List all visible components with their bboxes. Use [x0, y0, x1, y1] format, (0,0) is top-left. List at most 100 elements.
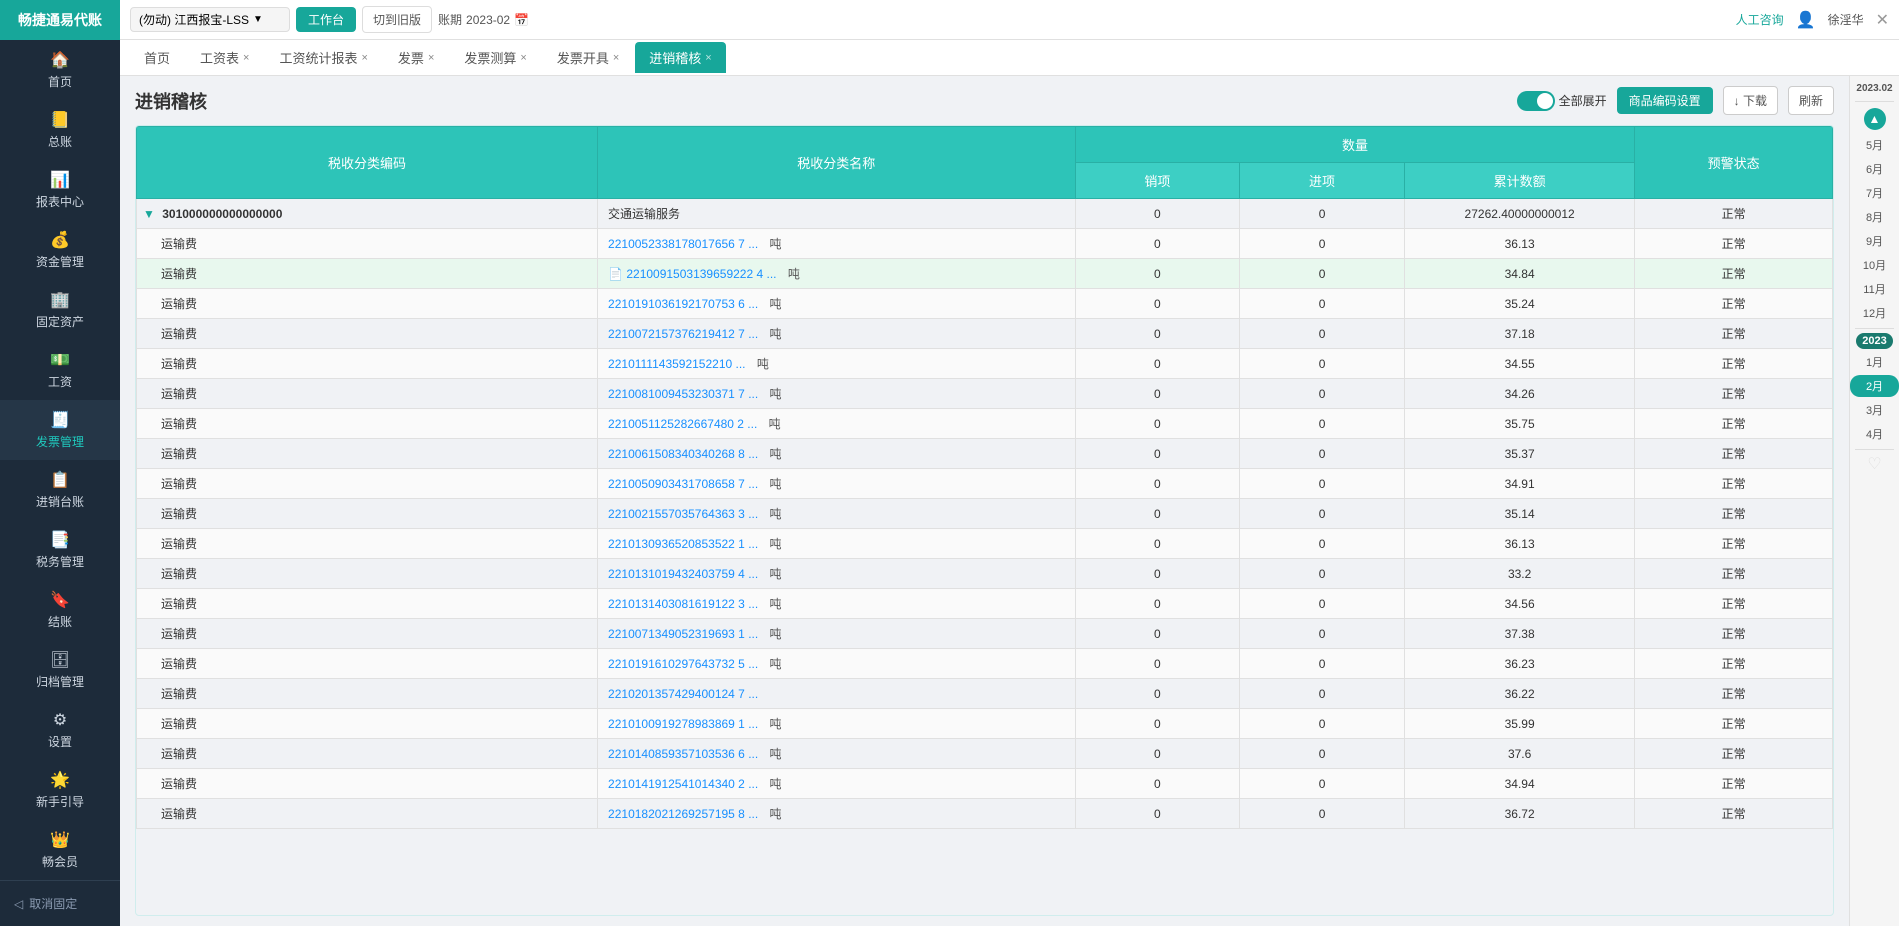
- download-btn[interactable]: ↓ 下载: [1723, 86, 1778, 115]
- table-cell-name: 运输费: [137, 739, 598, 769]
- rp-month-2[interactable]: 2月: [1850, 375, 1899, 397]
- table-cell-code: ▼ 301000000000000000: [137, 199, 598, 229]
- table-cell-status: 正常: [1635, 499, 1833, 529]
- sidebar-item-reports[interactable]: 📊 报表中心: [0, 160, 120, 220]
- table-cell-total: 34.55: [1404, 349, 1635, 379]
- table-cell-sale: 0: [1075, 769, 1240, 799]
- sidebar-item-home[interactable]: 🏠 首页: [0, 40, 120, 100]
- rp-month-10[interactable]: 10月: [1850, 254, 1899, 276]
- expand-toggle[interactable]: [1517, 91, 1555, 111]
- rp-month-1[interactable]: 1月: [1850, 351, 1899, 373]
- rp-heart-icon[interactable]: ♡: [1867, 454, 1881, 474]
- tab-invoice-list-close[interactable]: ×: [428, 52, 434, 64]
- table-cell-name: 运输费: [137, 799, 598, 829]
- table-cell-total: 35.99: [1404, 709, 1635, 739]
- table-cell-purchase: 0: [1240, 619, 1405, 649]
- tab-invoice-open[interactable]: 发票开具 ×: [543, 42, 633, 73]
- company-name: (勿动) 江西报宝-LSS: [139, 11, 249, 28]
- switch-version-button[interactable]: 切到旧版: [362, 6, 432, 33]
- sidebar-item-guide[interactable]: 🌟 新手引导: [0, 760, 120, 820]
- rp-month-11[interactable]: 11月: [1850, 278, 1899, 300]
- sidebar-item-ledger[interactable]: 📒 总账: [0, 100, 120, 160]
- table-cell-purchase: 0: [1240, 349, 1405, 379]
- tab-salary[interactable]: 工资表 ×: [186, 42, 263, 73]
- ledger-icon: 📒: [50, 110, 70, 130]
- table-cell-code: 2210111143592152210 ... 吨: [598, 349, 1076, 379]
- tab-invoice-list[interactable]: 发票 ×: [384, 42, 448, 73]
- tab-trade-verify-close[interactable]: ×: [705, 52, 711, 64]
- tab-home-label: 首页: [144, 48, 170, 67]
- sidebar-label-settlement: 结账: [48, 613, 72, 630]
- rp-year-current[interactable]: 2023: [1856, 333, 1892, 349]
- tab-home[interactable]: 首页: [130, 42, 184, 73]
- rp-month-6[interactable]: 6月: [1850, 158, 1899, 180]
- table-cell-total: 35.37: [1404, 439, 1635, 469]
- table-cell-total: 34.84: [1404, 259, 1635, 289]
- workspace-button[interactable]: 工作台: [296, 7, 356, 32]
- tab-invoice-calc[interactable]: 发票测算 ×: [450, 42, 540, 73]
- table-cell-sale: 0: [1075, 379, 1240, 409]
- close-button[interactable]: ✕: [1876, 10, 1889, 30]
- rp-month-3[interactable]: 3月: [1850, 399, 1899, 421]
- sidebar-item-invoice[interactable]: 🧾 发票管理: [0, 400, 120, 460]
- calendar-icon[interactable]: 📅: [514, 13, 529, 27]
- period-value: 2023-02: [466, 13, 510, 27]
- table-cell-total: 35.24: [1404, 289, 1635, 319]
- table-cell-total: 36.13: [1404, 529, 1635, 559]
- username: 徐淫华: [1828, 11, 1864, 28]
- tab-trade-verify[interactable]: 进销稽核 ×: [635, 42, 725, 73]
- sidebar-item-trade[interactable]: 📋 进销台账: [0, 460, 120, 520]
- settings-btn[interactable]: 商品编码设置: [1617, 87, 1713, 114]
- company-selector[interactable]: (勿动) 江西报宝-LSS ▼: [130, 7, 290, 32]
- rp-scroll-up[interactable]: ▲: [1864, 108, 1886, 130]
- rp-month-4[interactable]: 4月: [1850, 423, 1899, 445]
- table-cell-code: 2210131403081619122 3 ... 吨: [598, 589, 1076, 619]
- sidebar-item-salary[interactable]: 💵 工资: [0, 340, 120, 400]
- tab-invoice-calc-close[interactable]: ×: [520, 52, 526, 64]
- unpin-button[interactable]: ◁ 取消固定: [0, 889, 120, 918]
- sidebar-item-assets[interactable]: 🏢 固定资产: [0, 280, 120, 340]
- tab-salary-stats-label: 工资统计报表: [279, 48, 357, 67]
- table-cell-total: 36.13: [1404, 229, 1635, 259]
- sidebar-item-capital[interactable]: 💰 资金管理: [0, 220, 120, 280]
- table-cell-status: 正常: [1635, 349, 1833, 379]
- th-name: 税收分类名称: [598, 127, 1076, 199]
- table-cell-code: 2210141912541014340 2 ... 吨: [598, 769, 1076, 799]
- sidebar-item-settlement[interactable]: 🔖 结账: [0, 580, 120, 640]
- rp-month-12[interactable]: 12月: [1850, 302, 1899, 324]
- refresh-btn[interactable]: 刷新: [1788, 86, 1834, 115]
- table-cell-sale: 0: [1075, 259, 1240, 289]
- table-cell-purchase: 0: [1240, 439, 1405, 469]
- table-cell-name: 运输费: [137, 229, 598, 259]
- rp-month-7[interactable]: 7月: [1850, 182, 1899, 204]
- rp-month-9[interactable]: 9月: [1850, 230, 1899, 252]
- tab-invoice-open-close[interactable]: ×: [613, 52, 619, 64]
- table-cell-purchase: 0: [1240, 559, 1405, 589]
- sidebar-item-member[interactable]: 👑 畅会员: [0, 820, 120, 880]
- sidebar-item-tax[interactable]: 📑 税务管理: [0, 520, 120, 580]
- table-cell-sale: 0: [1075, 499, 1240, 529]
- table-cell-purchase: 0: [1240, 199, 1405, 229]
- rp-month-8[interactable]: 8月: [1850, 206, 1899, 228]
- table-cell-status: 正常: [1635, 739, 1833, 769]
- tab-salary-stats[interactable]: 工资统计报表 ×: [265, 42, 381, 73]
- support-link[interactable]: 人工咨询: [1736, 11, 1784, 28]
- tab-salary-stats-close[interactable]: ×: [361, 52, 367, 64]
- trade-icon: 📋: [50, 470, 70, 490]
- table-cell-name: 运输费: [137, 379, 598, 409]
- table-cell-purchase: 0: [1240, 529, 1405, 559]
- table-cell-sale: 0: [1075, 679, 1240, 709]
- table-cell-code: 2210131019432403759 4 ... 吨: [598, 559, 1076, 589]
- tab-bar: 首页 工资表 × 工资统计报表 × 发票 × 发票测算 × 发票开具 × 进销稽…: [120, 40, 1899, 76]
- sidebar-label-reports: 报表中心: [36, 193, 84, 210]
- rp-year-top[interactable]: 2023.02: [1856, 80, 1892, 97]
- table-cell-purchase: 0: [1240, 379, 1405, 409]
- table-cell-code: 2210051125282667480 2 ... 吨: [598, 409, 1076, 439]
- expand-icon[interactable]: ▼: [143, 207, 155, 221]
- tab-salary-close[interactable]: ×: [243, 52, 249, 64]
- sidebar-item-settings[interactable]: ⚙ 设置: [0, 700, 120, 760]
- rp-month-5[interactable]: 5月: [1850, 134, 1899, 156]
- sidebar-item-archive[interactable]: 🗄 归档管理: [0, 640, 120, 700]
- th-quantity-group: 数量: [1075, 127, 1635, 163]
- table-cell-name: 运输费: [137, 679, 598, 709]
